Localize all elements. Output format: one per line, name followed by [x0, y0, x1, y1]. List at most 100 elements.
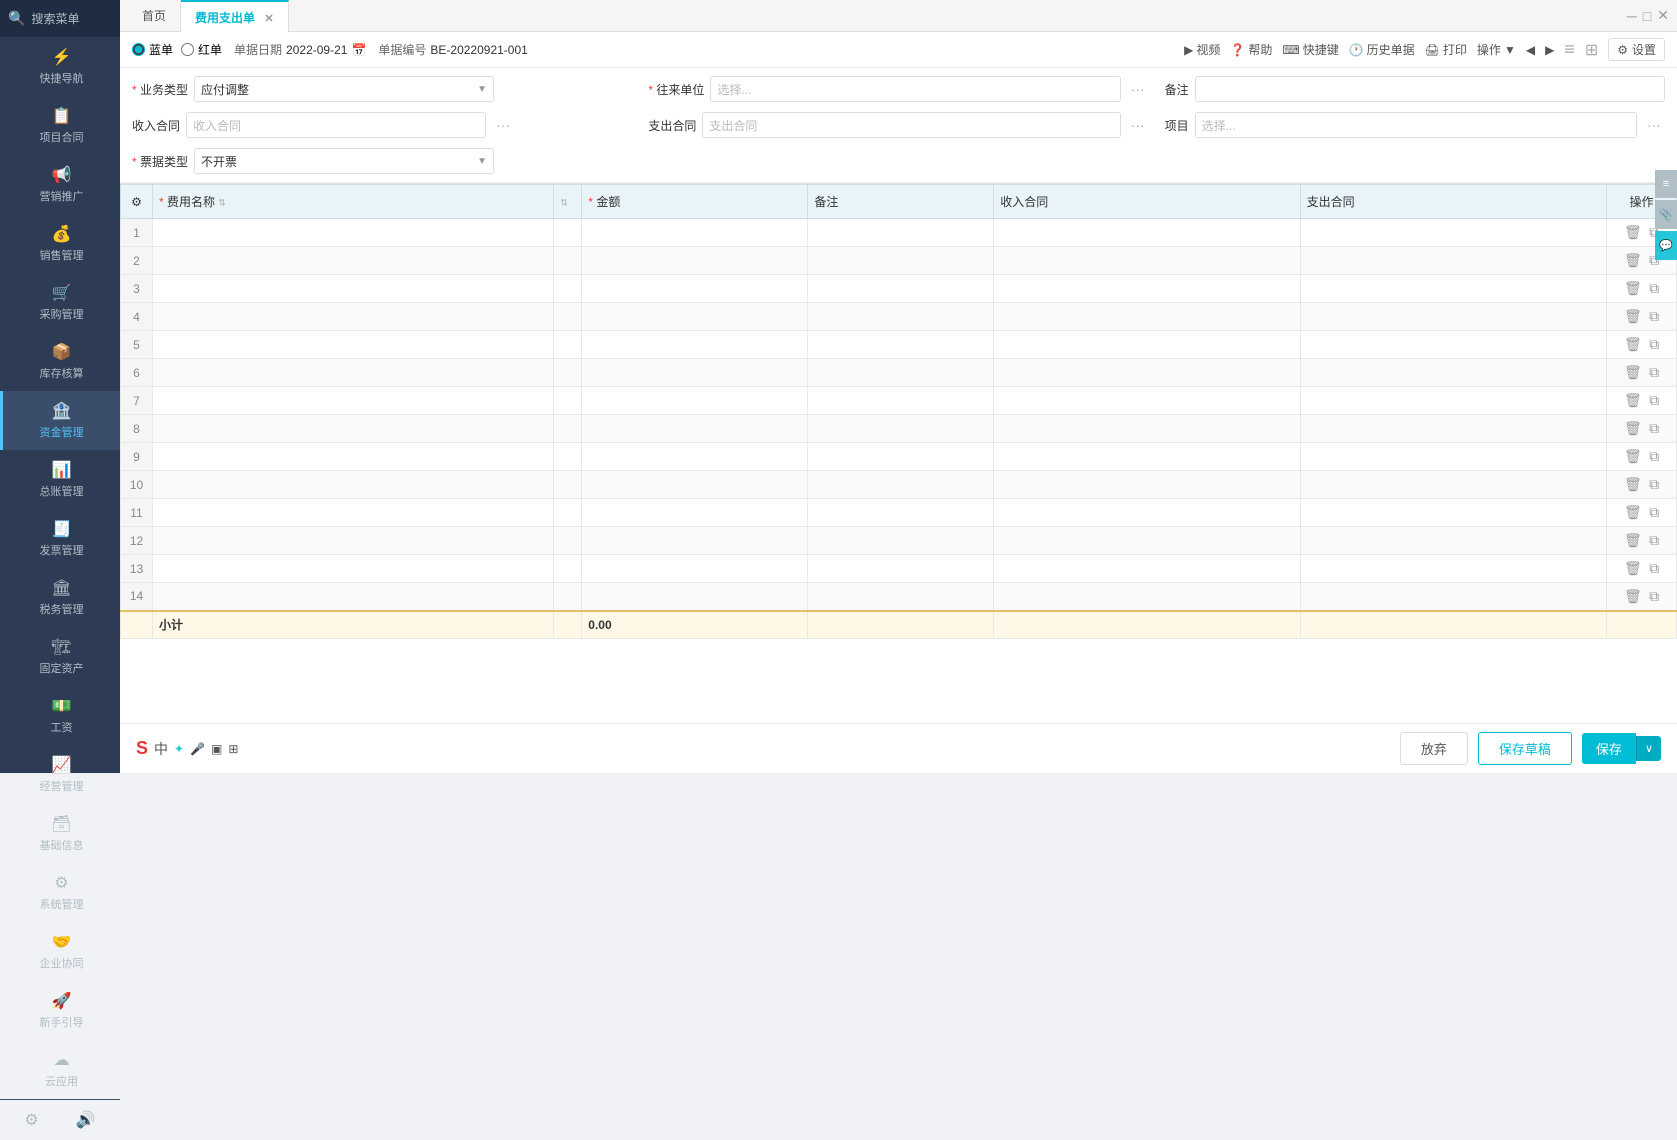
row-copy-button[interactable]: ⧉	[1647, 586, 1661, 607]
cell-income-contract[interactable]	[994, 471, 1300, 499]
cell-amount[interactable]	[582, 415, 808, 443]
cell-amount[interactable]	[582, 359, 808, 387]
settings-button[interactable]: ⚙ 设置	[1608, 38, 1665, 61]
view-list-icon[interactable]: ≡	[1564, 39, 1575, 60]
cell-income-contract[interactable]	[994, 359, 1300, 387]
cell-expense-contract[interactable]	[1300, 583, 1606, 611]
cell-remark[interactable]	[808, 387, 994, 415]
right-panel-chat-icon[interactable]: 💬	[1655, 231, 1677, 260]
sidebar-item-sys-mgmt[interactable]: ⚙ 系统管理	[0, 863, 120, 922]
cell-remark[interactable]	[808, 359, 994, 387]
print-action[interactable]: 🖨 打印	[1425, 41, 1467, 58]
row-copy-button[interactable]: ⧉	[1647, 306, 1661, 327]
sidebar-item-cloud-app[interactable]: ☁ 云应用	[0, 1040, 120, 1099]
cell-remark[interactable]	[808, 275, 994, 303]
cell-expense-name[interactable]	[153, 471, 554, 499]
cell-expense-contract[interactable]	[1300, 415, 1606, 443]
cell-remark[interactable]	[808, 247, 994, 275]
row-delete-button[interactable]: 🗑	[1622, 558, 1644, 579]
cell-income-contract[interactable]	[994, 275, 1300, 303]
sidebar-item-purchase[interactable]: 🛒 采购管理	[0, 273, 120, 332]
row-copy-button[interactable]: ⧉	[1647, 362, 1661, 383]
settings-bottom-icon[interactable]: ⚙	[24, 1110, 38, 1130]
project-more-icon[interactable]: ···	[1643, 117, 1665, 133]
cell-expense-name[interactable]	[153, 275, 554, 303]
right-panel-icon1[interactable]: ≡	[1655, 170, 1677, 198]
cell-expense-name[interactable]	[153, 443, 554, 471]
row-copy-button[interactable]: ⧉	[1647, 446, 1661, 467]
cell-expense-contract[interactable]	[1300, 555, 1606, 583]
cell-remark[interactable]	[808, 583, 994, 611]
cell-income-contract[interactable]	[994, 331, 1300, 359]
cell-remark[interactable]	[808, 219, 994, 247]
cell-amount[interactable]	[582, 555, 808, 583]
cell-amount[interactable]	[582, 583, 808, 611]
cell-expense-contract[interactable]	[1300, 499, 1606, 527]
cell-remark[interactable]	[808, 471, 994, 499]
row-copy-button[interactable]: ⧉	[1647, 558, 1661, 579]
sidebar-search[interactable]: 🔍 搜索菜单	[0, 0, 120, 37]
save-dropdown-button[interactable]: ∨	[1636, 736, 1661, 761]
row-delete-button[interactable]: 🗑	[1622, 334, 1644, 355]
cell-remark[interactable]	[808, 499, 994, 527]
cell-expense-name[interactable]	[153, 583, 554, 611]
cell-income-contract[interactable]	[994, 583, 1300, 611]
sidebar-item-biz-mgmt[interactable]: 📈 经营管理	[0, 745, 120, 804]
sidebar-item-capital[interactable]: 🏦 资金管理	[0, 391, 120, 450]
sidebar-item-sales[interactable]: 💰 销售管理	[0, 214, 120, 273]
cell-expense-name[interactable]	[153, 331, 554, 359]
row-copy-button[interactable]: ⧉	[1647, 530, 1661, 551]
partner-select[interactable]: 选择...	[710, 76, 1120, 102]
cell-expense-contract[interactable]	[1300, 471, 1606, 499]
cell-expense-name[interactable]	[153, 499, 554, 527]
cell-income-contract[interactable]	[994, 415, 1300, 443]
sidebar-item-tax[interactable]: 🏛 税务管理	[0, 568, 120, 627]
income-contract-more-icon[interactable]: ···	[492, 117, 514, 133]
abandon-button[interactable]: 放弃	[1400, 732, 1468, 765]
cell-amount[interactable]	[582, 387, 808, 415]
cell-income-contract[interactable]	[994, 443, 1300, 471]
cell-amount[interactable]	[582, 247, 808, 275]
history-action[interactable]: 🕐 历史单据	[1349, 41, 1415, 58]
cell-amount[interactable]	[582, 275, 808, 303]
cell-expense-name[interactable]	[153, 219, 554, 247]
cell-remark[interactable]	[808, 331, 994, 359]
cell-remark[interactable]	[808, 415, 994, 443]
tab-expense-close[interactable]: ✕	[264, 13, 273, 25]
window-close-icon[interactable]: ✕	[1657, 7, 1669, 24]
project-input[interactable]: 选择...	[1195, 112, 1637, 138]
video-action[interactable]: ▶ 视频	[1184, 41, 1220, 58]
row-copy-button[interactable]: ⧉	[1647, 502, 1661, 523]
partner-more-icon[interactable]: ···	[1127, 81, 1149, 97]
cell-expense-name[interactable]	[153, 247, 554, 275]
cell-income-contract[interactable]	[994, 555, 1300, 583]
th-gear[interactable]: ⚙	[121, 185, 153, 219]
row-delete-button[interactable]: 🗑	[1622, 390, 1644, 411]
expense-contract-more-icon[interactable]: ···	[1127, 117, 1149, 133]
shortcut-action[interactable]: ⌨ 快捷键	[1282, 41, 1338, 58]
cell-expense-contract[interactable]	[1300, 303, 1606, 331]
cell-expense-name[interactable]	[153, 415, 554, 443]
row-delete-button[interactable]: 🗑	[1622, 530, 1644, 551]
save-button[interactable]: 保存	[1582, 733, 1636, 764]
cell-remark[interactable]	[808, 443, 994, 471]
invoice-type-select[interactable]: 不开票 ▼	[194, 148, 494, 174]
cell-expense-contract[interactable]	[1300, 247, 1606, 275]
window-maximize-icon[interactable]: □	[1643, 8, 1651, 24]
row-delete-button[interactable]: 🗑	[1622, 250, 1644, 271]
row-delete-button[interactable]: 🗑	[1622, 362, 1644, 383]
cell-amount[interactable]	[582, 471, 808, 499]
cell-income-contract[interactable]	[994, 247, 1300, 275]
cell-amount[interactable]	[582, 303, 808, 331]
sidebar-item-fixed-assets[interactable]: 🏗 固定资产	[0, 627, 120, 686]
sidebar-item-marketing[interactable]: 📢 营销推广	[0, 155, 120, 214]
cell-expense-name[interactable]	[153, 387, 554, 415]
cell-expense-contract[interactable]	[1300, 443, 1606, 471]
cell-amount[interactable]	[582, 443, 808, 471]
nav-prev-button[interactable]: ◀	[1526, 43, 1535, 57]
biz-type-select[interactable]: 应付调整 ▼	[194, 76, 494, 102]
row-copy-button[interactable]: ⧉	[1647, 278, 1661, 299]
radio-red-bill[interactable]: 红单	[181, 41, 222, 58]
cell-expense-contract[interactable]	[1300, 331, 1606, 359]
calendar-icon[interactable]: 📅	[351, 43, 366, 57]
